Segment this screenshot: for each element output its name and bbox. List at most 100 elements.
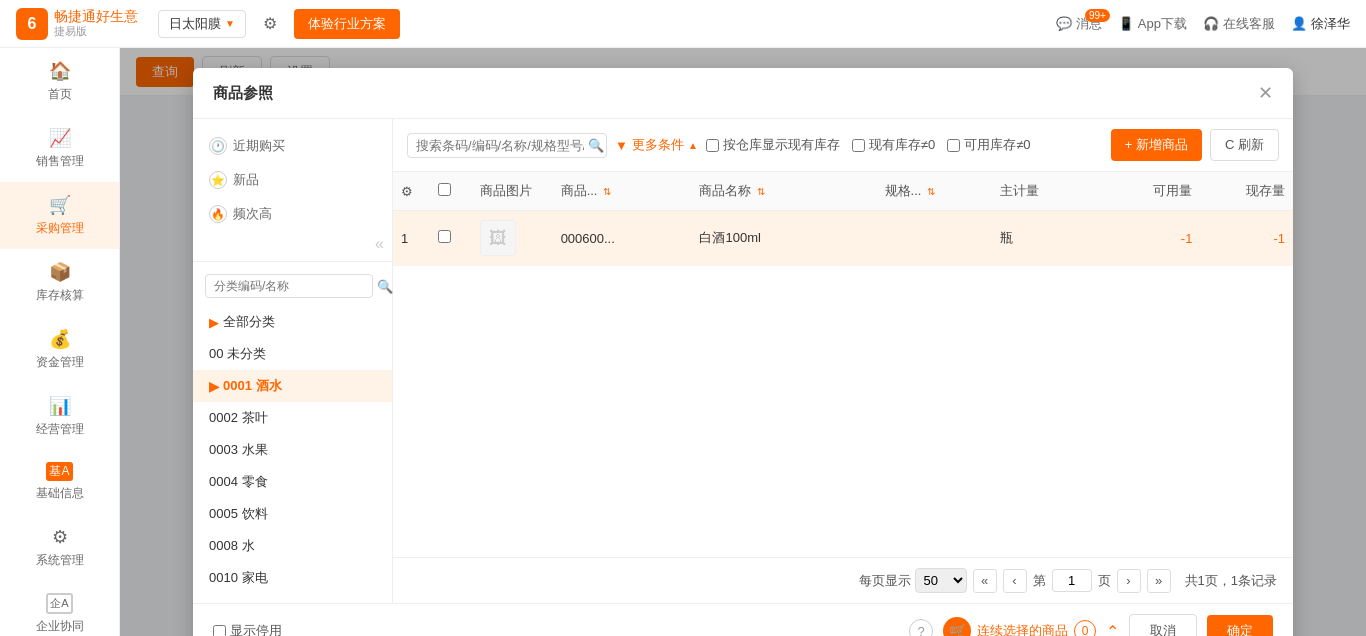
show-disabled-label: 显示停用 [230,622,282,636]
refresh-button[interactable]: C 刷新 [1210,129,1279,161]
purchase-icon: 🛒 [49,194,71,216]
row-check[interactable] [430,211,472,266]
table-row[interactable]: 1 🖼 000600... 白酒100ml 瓶 [393,211,1293,266]
app-download-button[interactable]: 📱 App下载 [1118,15,1187,33]
clock-icon: 🕐 [209,137,227,155]
gear-button[interactable]: ⚙ [254,8,286,40]
sales-icon: 📈 [49,127,71,149]
confirm-button[interactable]: 确定 [1207,615,1273,636]
content-area: 查询 刷新 设置 商品参照 ✕ 🕐 近期购买 [120,48,1366,636]
add-product-button[interactable]: + 新增商品 [1111,129,1202,161]
app-icon: 📱 [1118,16,1134,31]
message-button[interactable]: 💬 消息 99+ [1056,15,1102,33]
headphone-icon: 🎧 [1203,16,1219,31]
cart-label: 连续选择的商品 [977,622,1068,636]
footer-collapse-icon[interactable]: ⌃ [1106,622,1119,637]
prev-page-btn[interactable]: ‹ [1003,569,1027,593]
close-icon[interactable]: ✕ [1258,82,1273,104]
cancel-button[interactable]: 取消 [1129,614,1197,636]
show-disabled-checkbox[interactable]: 显示停用 [213,622,282,636]
modal-footer: 显示停用 ? 🛒 连续选择的商品 0 ⌃ 取消 确定 [193,603,1293,636]
cat-label-3: 0003 水果 [209,441,268,459]
cb-by-warehouse-input[interactable] [706,139,719,152]
footer-help-icon[interactable]: ? [909,619,933,636]
modal-title: 商品参照 [213,84,273,103]
th-check[interactable] [430,172,472,211]
sort-spec-icon: ⇅ [927,186,935,197]
cat-item-3[interactable]: 0003 水果 [193,434,392,466]
cat-item-7[interactable]: 0010 家电 [193,562,392,593]
table-header-row: ⚙ 商品图片 商品... ⇅ [393,172,1293,211]
frequent-item[interactable]: 🔥 频次高 [193,197,392,231]
next-page-btn[interactable]: › [1117,569,1141,593]
sidebar-item-finance[interactable]: 💰 资金管理 [0,316,119,383]
sidebar-item-home[interactable]: 🏠 首页 [0,48,119,115]
cb-existing[interactable]: 现有库存≠0 [852,136,935,154]
cb-available[interactable]: 可用库存≠0 [947,136,1030,154]
search-input-wrap: 🔍 [407,133,607,158]
sidebar-item-basic[interactable]: 基A 基础信息 [0,450,119,514]
sidebar-item-business[interactable]: 📊 经营管理 [0,383,119,450]
page-input[interactable] [1052,569,1092,592]
product-reference-modal: 商品参照 ✕ 🕐 近期购买 ⭐ 新品 [193,68,1293,636]
cat-item-6[interactable]: 0008 水 [193,530,392,562]
th-name-label: 商品名称 [699,183,751,198]
sidebar-item-finance-label: 资金管理 [36,354,84,371]
cb-existing-input[interactable] [852,139,865,152]
cat-item-0[interactable]: 00 未分类 [193,338,392,370]
sidebar-item-collab[interactable]: 企A 企业协同 [0,581,119,636]
user-menu[interactable]: 👤 徐泽华 [1291,15,1350,33]
th-code-label: 商品... [561,183,598,198]
select-all-checkbox[interactable] [438,183,451,196]
show-disabled-input[interactable] [213,625,226,637]
topbar-nav: 日太阳膜 ▼ ⚙ 体验行业方案 [158,8,1056,40]
row-checkbox[interactable] [438,230,451,243]
search-input[interactable] [416,138,584,153]
service-button[interactable]: 🎧 在线客服 [1203,15,1275,33]
th-avail[interactable]: 可用量 [1085,172,1201,211]
nav-selector[interactable]: 日太阳膜 ▼ [158,10,246,38]
cb-by-warehouse-label: 按仓库显示现有库存 [723,136,840,154]
search-icon[interactable]: 🔍 [377,279,393,294]
cat-item-4[interactable]: 0004 零食 [193,466,392,498]
panel-collapse-btn[interactable]: « [193,231,392,257]
selected-cart[interactable]: 🛒 连续选择的商品 0 [943,617,1096,636]
th-code[interactable]: 商品... ⇅ [553,172,692,211]
th-gear[interactable]: ⚙ [393,172,430,211]
first-page-btn[interactable]: « [973,569,997,593]
cat-item-1[interactable]: ▶ 0001 酒水 [193,370,392,402]
cat-label-all: 全部分类 [223,313,275,331]
product-table: ⚙ 商品图片 商品... ⇅ [393,172,1293,266]
filter-more-button[interactable]: ▼ 更多条件 ▲ [615,136,698,154]
cat-item-2[interactable]: 0002 茶叶 [193,402,392,434]
th-image: 商品图片 [472,172,553,211]
th-stock[interactable]: 现存量 [1200,172,1293,211]
trial-button[interactable]: 体验行业方案 [294,9,400,39]
cat-label-1: 0001 酒水 [223,377,282,395]
sidebar-item-inventory[interactable]: 📦 库存核算 [0,249,119,316]
last-page-btn[interactable]: » [1147,569,1171,593]
topbar-right: 💬 消息 99+ 📱 App下载 🎧 在线客服 👤 徐泽华 [1056,15,1350,33]
per-page-dropdown[interactable]: 50 10 20 100 [915,568,967,593]
sidebar-item-system[interactable]: ⚙ 系统管理 [0,514,119,581]
cat-item-5[interactable]: 0005 饮料 [193,498,392,530]
recent-purchase-item[interactable]: 🕐 近期购买 [193,129,392,163]
search-icon[interactable]: 🔍 [588,138,604,153]
cb-by-warehouse[interactable]: 按仓库显示现有库存 [706,136,840,154]
new-product-item[interactable]: ⭐ 新品 [193,163,392,197]
product-table-wrap: ⚙ 商品图片 商品... ⇅ [393,172,1293,557]
cat-arrow-all: ▶ [209,315,219,330]
row-avail: -1 [1085,211,1201,266]
th-unit[interactable]: 主计量 [992,172,1085,211]
th-unit-label: 主计量 [1000,183,1039,198]
cb-available-input[interactable] [947,139,960,152]
th-spec[interactable]: 规格... ⇅ [877,172,993,211]
sidebar-item-purchase[interactable]: 🛒 采购管理 [0,182,119,249]
cat-item-all[interactable]: ▶ 全部分类 [193,306,392,338]
th-name[interactable]: 商品名称 ⇅ [691,172,876,211]
row-spec [877,211,993,266]
avatar: 👤 [1291,16,1307,31]
sidebar-item-sales[interactable]: 📈 销售管理 [0,115,119,182]
main-layout: 🏠 首页 📈 销售管理 🛒 采购管理 📦 库存核算 💰 资金管理 📊 经营管理 … [0,48,1366,636]
category-search-input[interactable] [205,274,373,298]
